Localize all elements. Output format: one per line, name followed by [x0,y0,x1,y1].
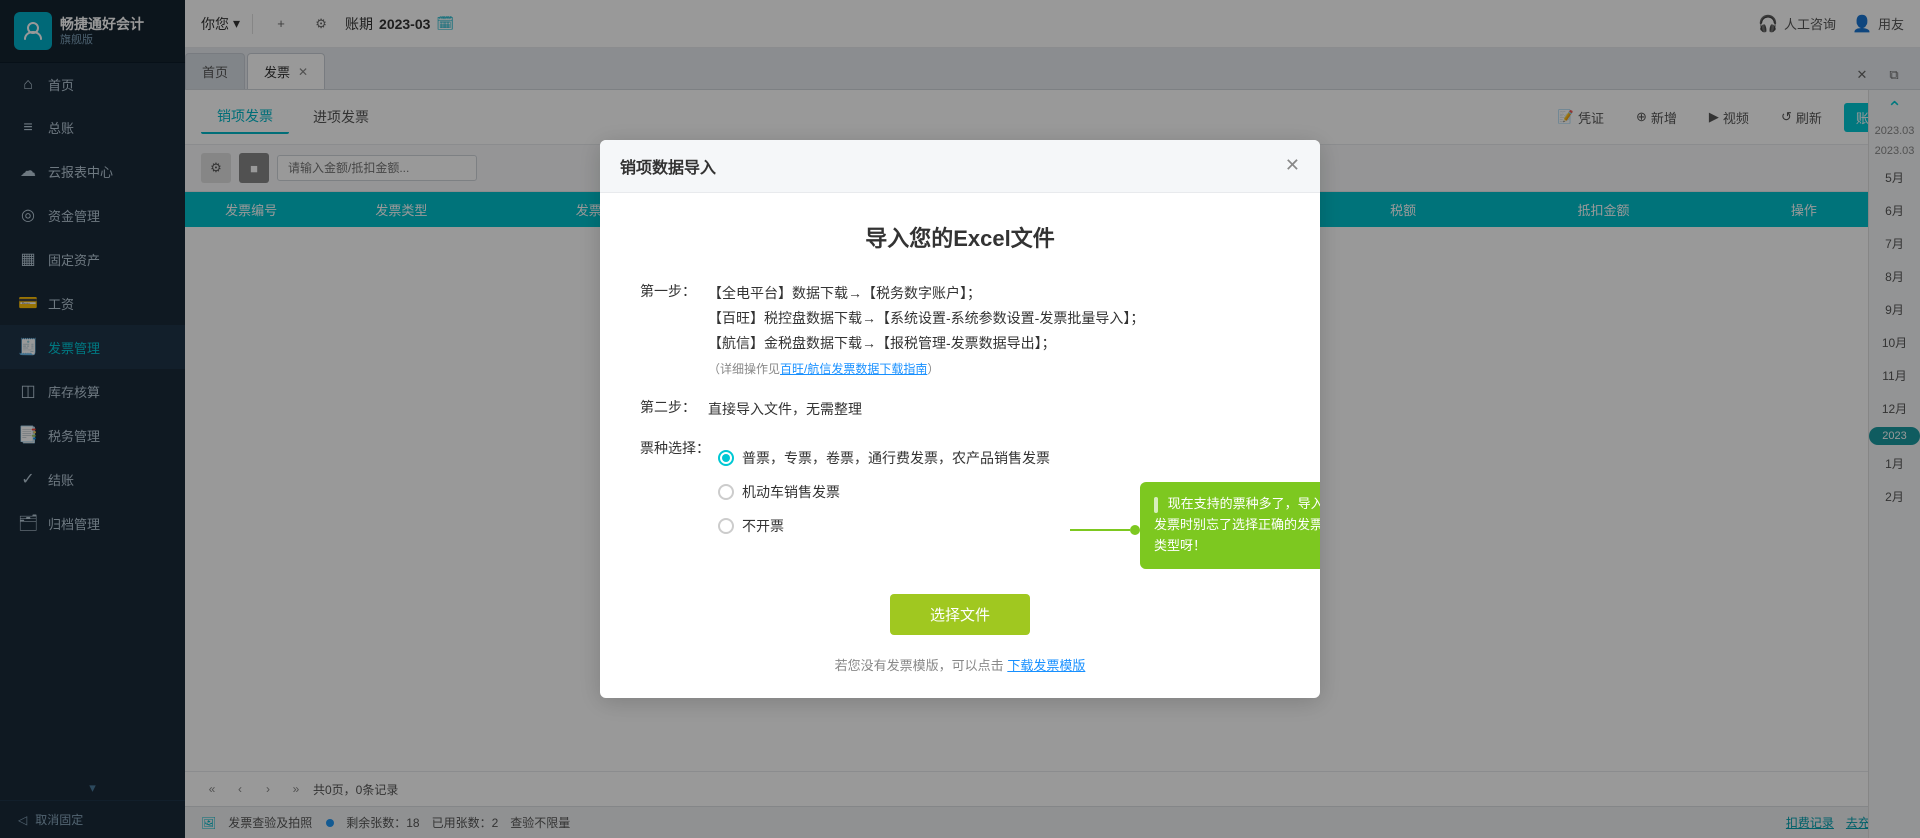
radio-2-icon [718,484,734,500]
tooltip-bar-icon [1154,497,1158,513]
select-file-row: 选择文件 [640,594,1280,635]
ticket-type-row: 票种选择： 普票，专票，卷票，通行费发票，农产品销售发票 机动车销售发票 [640,438,1280,570]
step1-line-3: 【航信】金税盘数据下载→【报税管理-发票数据导出】； [708,331,1144,356]
tooltip-connector: 现在支持的票种多了，导入发票时别忘了选择正确的发票类型呀！ ✕ [1070,482,1320,568]
download-template-link[interactable]: 下载发票模版 [1007,658,1085,673]
modal-close-button[interactable]: ✕ [1285,155,1300,176]
select-file-button[interactable]: 选择文件 [890,594,1030,635]
connector-dot [1130,525,1140,535]
step2-label: 第二步： [640,397,700,417]
radio-option-3[interactable]: 不开票 [718,516,1050,536]
import-modal: 销项数据导入 ✕ 导入您的Excel文件 第一步： 【全电平台】数据下载→【税务… [600,140,1320,699]
modal-overlay: 销项数据导入 ✕ 导入您的Excel文件 第一步： 【全电平台】数据下载→【税务… [0,0,1920,838]
radio-option-2[interactable]: 机动车销售发票 现在支持的票种多了，导入发票时别忘了选择正确的发票类型呀！ ✕ [718,482,1050,502]
modal-main-title: 导入您的Excel文件 [640,221,1280,253]
radio-group: 普票，专票，卷票，通行费发票，农产品销售发票 机动车销售发票 现在支持的票种 [718,448,1050,550]
step1-link: （详细操作见百旺/航信发票数据下载指南） [708,356,1144,381]
radio-3-icon [718,518,734,534]
modal-title: 销项数据导入 [620,154,716,178]
radio-3-label: 不开票 [742,516,784,536]
radio-option-1[interactable]: 普票，专票，卷票，通行费发票，农产品销售发票 [718,448,1050,468]
connector-line [1070,529,1130,531]
radio-2-label: 机动车销售发票 [742,482,840,502]
guide-link[interactable]: 百旺/航信发票数据下载指南 [780,362,927,376]
step2-row: 第二步： 直接导入文件，无需整理 [640,397,1280,422]
modal-header: 销项数据导入 ✕ [600,140,1320,193]
step1-label: 第一步： [640,281,700,301]
radio-1-label: 普票，专票，卷票，通行费发票，农产品销售发票 [742,448,1050,468]
tooltip-text: 现在支持的票种多了，导入发票时别忘了选择正确的发票类型呀！ [1154,496,1320,553]
tooltip-bubble: 现在支持的票种多了，导入发票时别忘了选择正确的发票类型呀！ ✕ [1140,482,1320,568]
modal-body: 导入您的Excel文件 第一步： 【全电平台】数据下载→【税务数字账户】； 【百… [600,193,1320,699]
modal-footer: 若您没有发票模版，可以点击 下载发票模版 [640,655,1280,674]
step1-row: 第一步： 【全电平台】数据下载→【税务数字账户】； 【百旺】税控盘数据下载→【系… [640,281,1280,382]
footer-note-text: 若您没有发票模版，可以点击 [835,658,1004,673]
step1-line-2: 【百旺】税控盘数据下载→【系统设置-系统参数设置-发票批量导入】； [708,306,1144,331]
step1-line-1: 【全电平台】数据下载→【税务数字账户】； [708,281,1144,306]
radio-1-icon [718,450,734,466]
ticket-type-label: 票种选择： [640,438,710,458]
step2-content: 直接导入文件，无需整理 [708,397,862,422]
step1-content: 【全电平台】数据下载→【税务数字账户】； 【百旺】税控盘数据下载→【系统设置-系… [708,281,1144,382]
